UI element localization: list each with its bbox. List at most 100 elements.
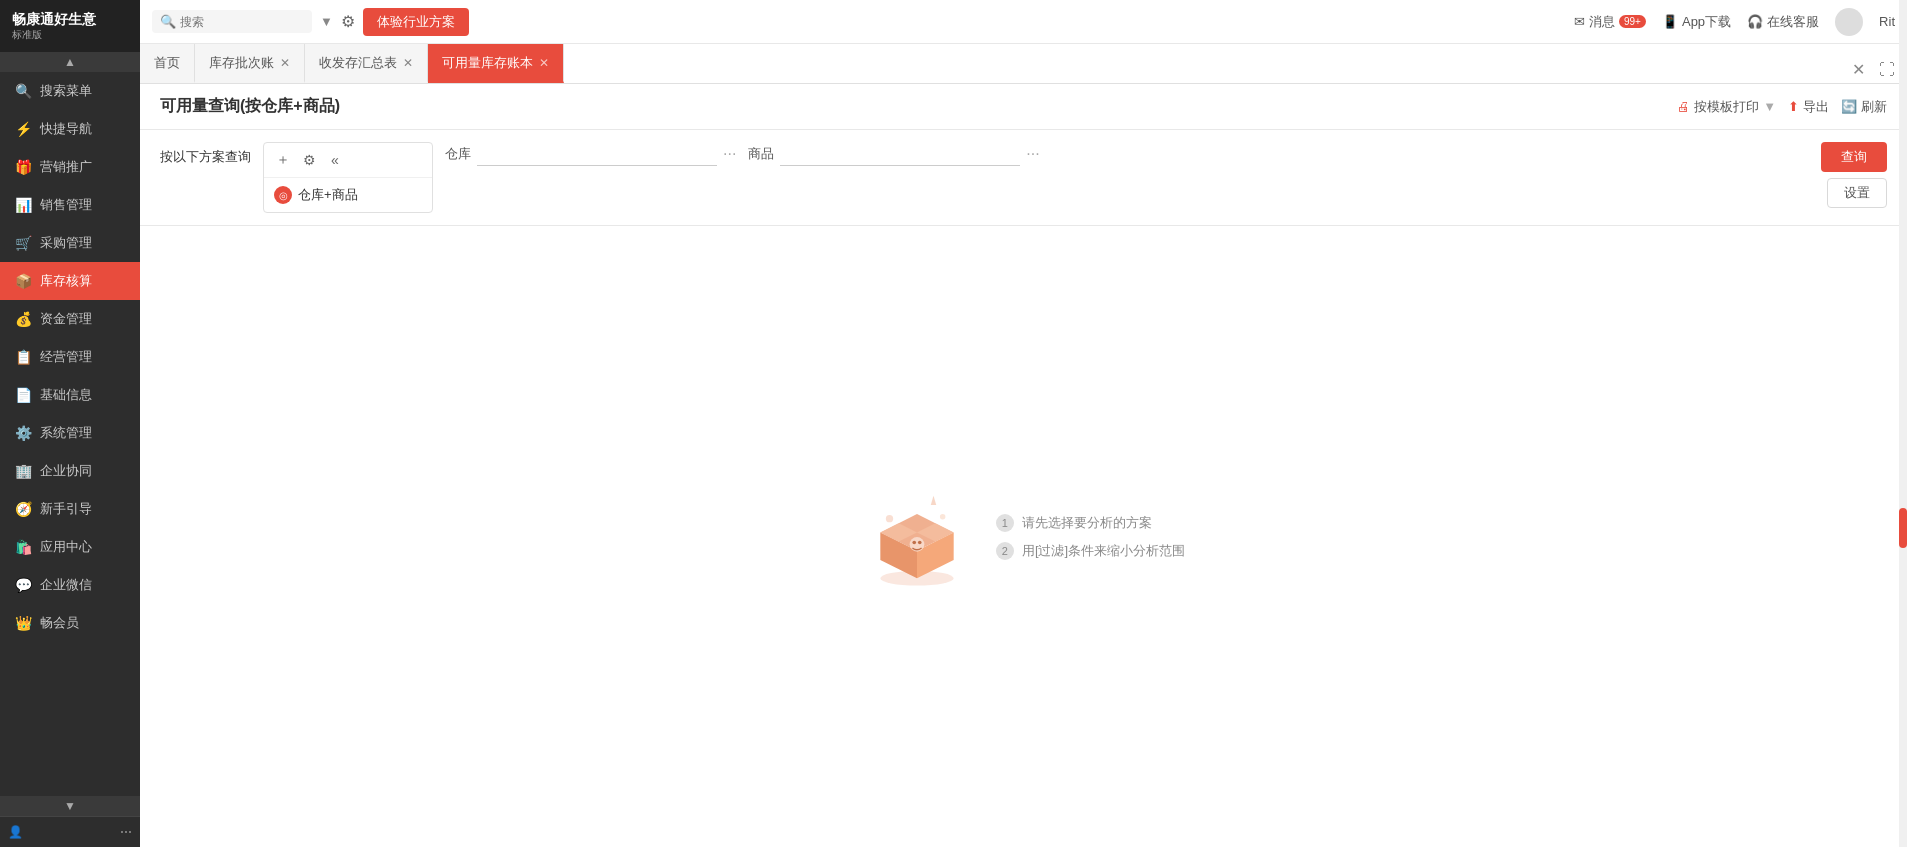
warehouse-input[interactable] bbox=[477, 142, 717, 166]
message-icon: ✉ bbox=[1574, 14, 1585, 29]
sidebar-item-label: 应用中心 bbox=[40, 538, 92, 556]
purchase-icon: 🛒 bbox=[14, 234, 32, 252]
print-template-btn[interactable]: 🖨 按模板打印 ▼ bbox=[1677, 98, 1776, 116]
basic-icon: 📄 bbox=[14, 386, 32, 404]
refresh-icon: 🔄 bbox=[1841, 99, 1857, 114]
filter-fields: 仓库 ··· 商品 ··· bbox=[445, 142, 1809, 166]
svg-point-7 bbox=[912, 540, 916, 544]
shortcut-icon: ⚡ bbox=[14, 120, 32, 138]
tab-close-summary[interactable]: ✕ bbox=[403, 56, 413, 70]
avatar bbox=[1835, 8, 1863, 36]
topbar: 🔍 ▼ ⚙ 体验行业方案 ✉ 消息 99+ 📱 App下载 🎧 在线客服 Rit bbox=[140, 0, 1907, 44]
newbie-icon: 🧭 bbox=[14, 500, 32, 518]
sidebar-item-purchase[interactable]: 🛒 采购管理 bbox=[0, 224, 140, 262]
industry-button[interactable]: 体验行业方案 bbox=[363, 8, 469, 36]
system-icon: ⚙️ bbox=[14, 424, 32, 442]
sidebar-item-appstore[interactable]: 🛍️ 应用中心 bbox=[0, 528, 140, 566]
tab-close-all-icon[interactable]: ✕ bbox=[1848, 56, 1869, 83]
scheme-collapse-icon[interactable]: « bbox=[324, 149, 346, 171]
appstore-icon: 🛍️ bbox=[14, 538, 32, 556]
filter-label: 按以下方案查询 bbox=[160, 142, 251, 166]
search-icon: 🔍 bbox=[14, 82, 32, 100]
filter-scheme-header: ＋ ⚙ « bbox=[264, 143, 432, 178]
sidebar-item-label: 库存核算 bbox=[40, 272, 92, 290]
sidebar-item-label: 新手引导 bbox=[40, 500, 92, 518]
warehouse-more-icon[interactable]: ··· bbox=[723, 145, 736, 163]
right-scrollbar[interactable] bbox=[1899, 0, 1907, 847]
product-more-icon[interactable]: ··· bbox=[1026, 145, 1039, 163]
tab-close-batch[interactable]: ✕ bbox=[280, 56, 290, 70]
tab-available[interactable]: 可用量库存账本✕ bbox=[428, 44, 564, 83]
sidebar-item-shortcut[interactable]: ⚡ 快捷导航 bbox=[0, 110, 140, 148]
sidebar-item-funds[interactable]: 💰资金管理 bbox=[0, 300, 140, 338]
online-service-btn[interactable]: 🎧 在线客服 bbox=[1747, 13, 1819, 31]
product-input[interactable] bbox=[780, 142, 1020, 166]
sidebar-item-newbie[interactable]: 🧭 新手引导 bbox=[0, 490, 140, 528]
print-dropdown-icon[interactable]: ▼ bbox=[1763, 99, 1776, 114]
sidebar-item-inventory[interactable]: 📦 库存核算 bbox=[0, 262, 140, 300]
query-button[interactable]: 查询 bbox=[1821, 142, 1887, 172]
export-label: 导出 bbox=[1803, 98, 1829, 116]
inventory-icon: 📦 bbox=[14, 272, 32, 290]
search-input[interactable] bbox=[180, 15, 280, 29]
tab-batch[interactable]: 库存批次账 ✕ bbox=[195, 44, 305, 83]
settings-button[interactable]: 设置 bbox=[1827, 178, 1887, 208]
sidebar-scroll-down[interactable]: ▼ bbox=[0, 796, 140, 816]
sidebar-item-label: 企业微信 bbox=[40, 576, 92, 594]
sidebar-expand-icon[interactable]: ⋯ bbox=[120, 825, 132, 839]
sidebar-item-member[interactable]: 👑畅会员 bbox=[0, 604, 140, 642]
tab-expand-icon[interactable]: ⛶ bbox=[1875, 57, 1899, 83]
scheme-add-icon[interactable]: ＋ bbox=[272, 149, 294, 171]
message-btn[interactable]: ✉ 消息 99+ bbox=[1574, 13, 1646, 31]
tip-text-2: 用[过滤]条件来缩小分析范围 bbox=[1022, 542, 1185, 560]
scrollbar-thumb bbox=[1899, 508, 1907, 548]
main-area: 🔍 ▼ ⚙ 体验行业方案 ✉ 消息 99+ 📱 App下载 🎧 在线客服 Rit bbox=[140, 0, 1907, 847]
sidebar-item-label: 经营管理 bbox=[40, 348, 92, 366]
sidebar-item-operation[interactable]: 📋 经营管理 bbox=[0, 338, 140, 376]
tab-home[interactable]: 首页 bbox=[140, 44, 195, 83]
app-download-btn[interactable]: 📱 App下载 bbox=[1662, 13, 1731, 31]
topbar-dropdown-icon[interactable]: ▼ bbox=[320, 14, 333, 29]
sidebar-item-sales[interactable]: 📊 销售管理 bbox=[0, 186, 140, 224]
sidebar-item-system[interactable]: ⚙️系统管理 bbox=[0, 414, 140, 452]
filter-buttons: 查询 设置 bbox=[1821, 142, 1887, 208]
sidebar-nav: 🔍搜索菜单 ⚡ 快捷导航 🎁营销推广 📊 销售管理 🛒 采购管理 📦 库存核算 💰资金管理 📋 经营管理… bbox=[0, 72, 140, 796]
topbar-search-box: 🔍 bbox=[152, 10, 312, 33]
sidebar-item-wechat[interactable]: 💬企业微信 bbox=[0, 566, 140, 604]
scheme-item-warehouse-product[interactable]: ◎ 仓库+商品 bbox=[264, 178, 432, 212]
tab-summary[interactable]: 收发存汇总表 ✕ bbox=[305, 44, 428, 83]
scheme-settings-icon[interactable]: ⚙ bbox=[298, 149, 320, 171]
enterprise-icon: 🏢 bbox=[14, 462, 32, 480]
filter-scheme-panel: ＋ ⚙ « ◎ 仓库+商品 bbox=[263, 142, 433, 213]
export-btn[interactable]: ⬆ 导出 bbox=[1788, 98, 1829, 116]
operation-icon: 📋 bbox=[14, 348, 32, 366]
empty-state: 1 请先选择要分析的方案 2 用[过滤]条件来缩小分析范围 bbox=[140, 226, 1907, 847]
svg-point-10 bbox=[940, 514, 946, 520]
empty-tip-1: 1 请先选择要分析的方案 bbox=[996, 514, 1185, 532]
sidebar-item-label: 采购管理 bbox=[40, 234, 92, 252]
refresh-btn[interactable]: 🔄 刷新 bbox=[1841, 98, 1887, 116]
tab-close-available[interactable]: ✕ bbox=[539, 56, 549, 70]
refresh-label: 刷新 bbox=[1861, 98, 1887, 116]
sidebar-item-label: 快捷导航 bbox=[40, 120, 92, 138]
sidebar-item-enterprise[interactable]: 🏢 企业协同 bbox=[0, 452, 140, 490]
sidebar-item-label: 销售管理 bbox=[40, 196, 92, 214]
page-header: 可用量查询(按仓库+商品) 🖨 按模板打印 ▼ ⬆ 导出 🔄 刷新 bbox=[140, 84, 1907, 130]
member-icon: 👑 bbox=[14, 614, 32, 632]
sidebar-item-search[interactable]: 🔍搜索菜单 bbox=[0, 72, 140, 110]
tab-label-summary: 收发存汇总表 bbox=[319, 54, 397, 72]
svg-point-9 bbox=[886, 515, 893, 522]
product-field: 商品 ··· bbox=[748, 142, 1039, 166]
topbar-gear-icon[interactable]: ⚙ bbox=[341, 12, 355, 31]
sidebar-item-basic[interactable]: 📄基础信息 bbox=[0, 376, 140, 414]
empty-illustration bbox=[862, 482, 972, 592]
app-download-label: App下载 bbox=[1682, 13, 1731, 31]
sidebar-item-label: 企业协同 bbox=[40, 462, 92, 480]
sales-icon: 📊 bbox=[14, 196, 32, 214]
sidebar-scroll-up[interactable]: ▲ bbox=[0, 52, 140, 72]
tab-label-batch: 库存批次账 bbox=[209, 54, 274, 72]
page-header-actions: 🖨 按模板打印 ▼ ⬆ 导出 🔄 刷新 bbox=[1677, 98, 1887, 116]
sidebar-item-label: 资金管理 bbox=[40, 310, 92, 328]
empty-tip-2: 2 用[过滤]条件来缩小分析范围 bbox=[996, 542, 1185, 560]
sidebar-item-marketing[interactable]: 🎁营销推广 bbox=[0, 148, 140, 186]
